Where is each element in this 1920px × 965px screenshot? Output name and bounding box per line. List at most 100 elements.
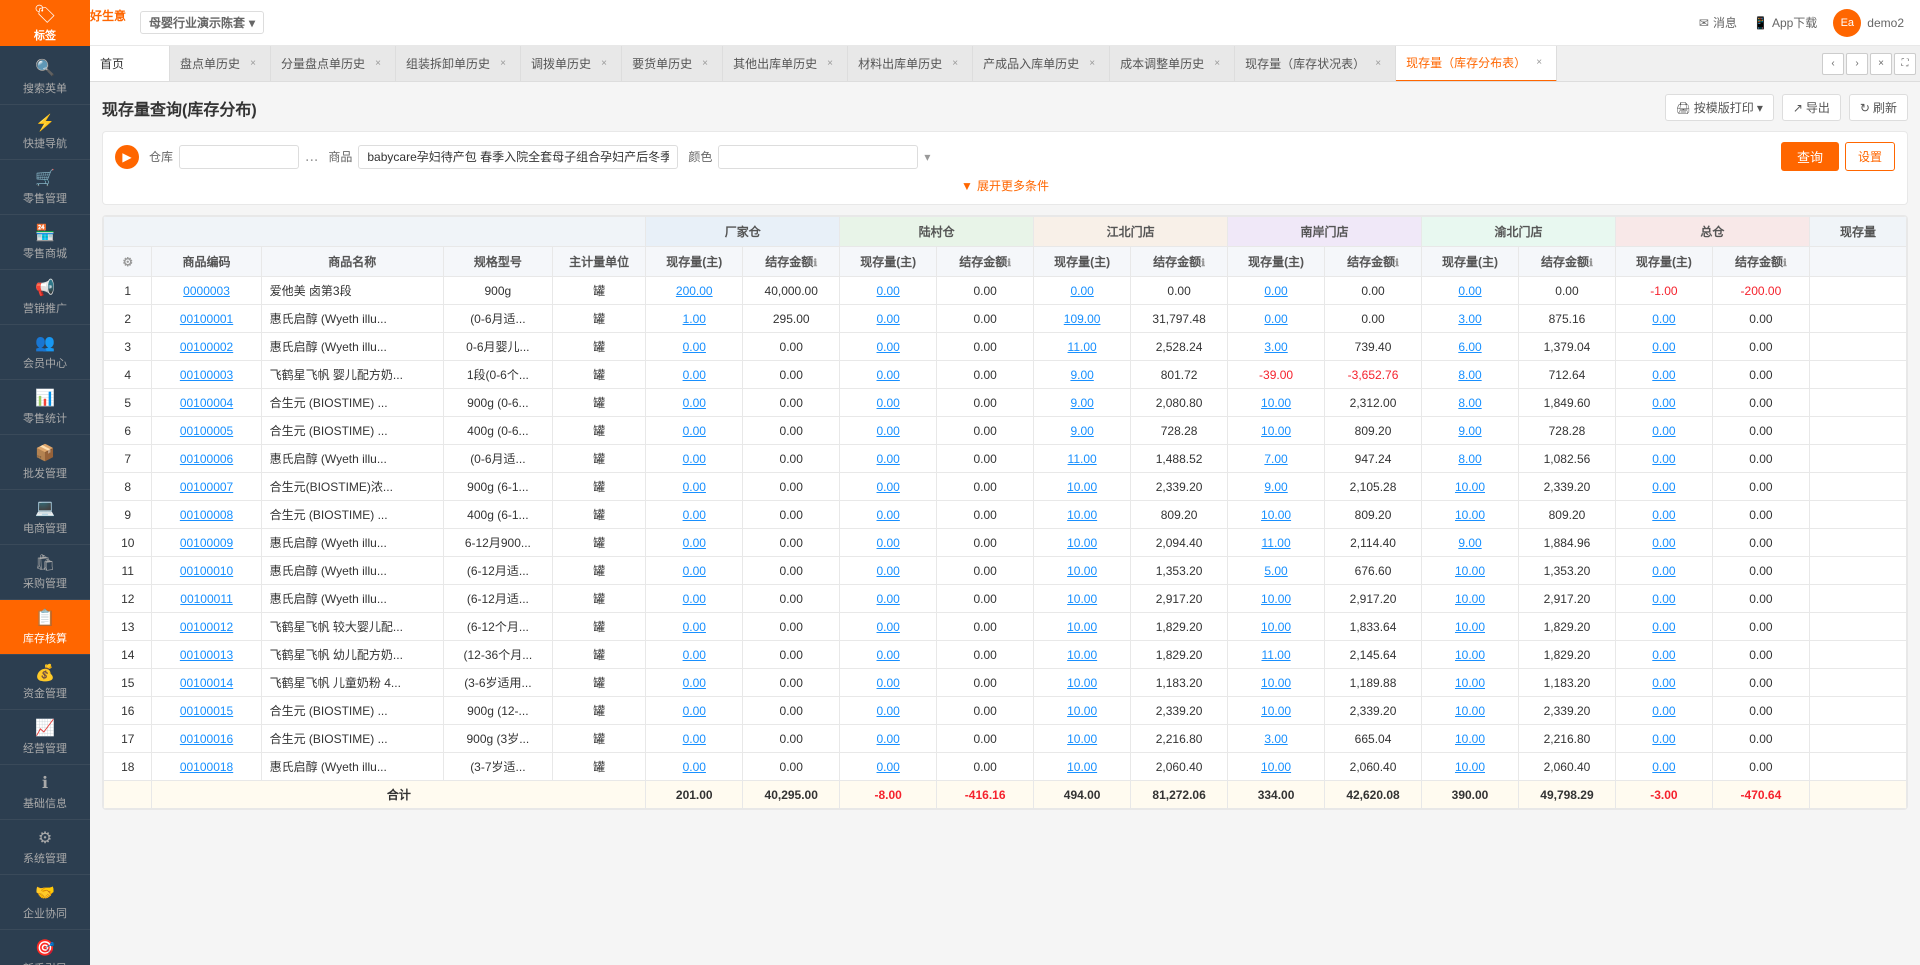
tab-close-1[interactable]: × (246, 57, 260, 71)
cell-na-amt: 0.00 (1325, 305, 1422, 333)
tab-close-5[interactable]: × (698, 57, 712, 71)
tab-1[interactable]: 盘点单历史× (170, 46, 271, 82)
th-jiangbei-store: 江北门店 (1034, 217, 1228, 247)
cell-unit: 罐 (552, 445, 645, 473)
page-header: 现存量查询(库存分布) 🖨 按模版打印 ▾ ↗ 导出 ↻ 刷新 (102, 94, 1908, 121)
cell-zc-qty: 0.00 (1615, 501, 1712, 529)
cell-code: 0000003 (152, 277, 261, 305)
cell-fj-amt: 0.00 (743, 669, 840, 697)
tab-close-10[interactable]: × (1371, 57, 1385, 71)
cell-na-amt: 2,145.64 (1325, 641, 1422, 669)
sidebar-item-11[interactable]: 💰资金管理 (0, 655, 90, 710)
cell-na-qty: 9.00 (1228, 473, 1325, 501)
sidebar-item-1[interactable]: ⚡快捷导航 (0, 105, 90, 160)
sidebar-item-7[interactable]: 📦批发管理 (0, 435, 90, 490)
tab-next-btn[interactable]: › (1846, 53, 1868, 75)
th-factory-warehouse: 厂家仓 (646, 217, 840, 247)
cell-jb-amt: 1,829.20 (1131, 641, 1228, 669)
warehouse-picker-btn[interactable]: ... (305, 148, 318, 166)
sidebar-item-10[interactable]: 📋库存核算 (0, 600, 90, 655)
sidebar-item-13[interactable]: ℹ基础信息 (0, 765, 90, 820)
cell-na-qty: 10.00 (1228, 501, 1325, 529)
tab-6[interactable]: 其他出库单历史× (723, 46, 848, 82)
cell-code: 00100011 (152, 585, 261, 613)
cell-jb-qty: 10.00 (1034, 669, 1131, 697)
tab-2[interactable]: 分量盘点单历史× (271, 46, 396, 82)
cell-fj-qty: 1.00 (646, 305, 743, 333)
message-btn[interactable]: ✉ 消息 (1699, 14, 1737, 31)
cell-fj-amt: 0.00 (743, 361, 840, 389)
tab-10[interactable]: 现存量（库存状况表）× (1235, 46, 1396, 82)
th-yubei-store: 渝北门店 (1422, 217, 1616, 247)
sidebar-item-9[interactable]: 🛍采购管理 (0, 545, 90, 600)
tab-3[interactable]: 组装拆卸单历史× (396, 46, 521, 82)
cell-fj-qty: 0.00 (646, 473, 743, 501)
tab-8[interactable]: 产成品入库单历史× (973, 46, 1110, 82)
cell-spec: 900g (3岁... (443, 725, 552, 753)
sidebar-item-14[interactable]: ⚙系统管理 (0, 820, 90, 875)
expand-conditions-btn[interactable]: ▼ 展开更多条件 (115, 177, 1895, 194)
sidebar-item-5[interactable]: 👥会员中心 (0, 325, 90, 380)
sidebar-item-0[interactable]: 🔍搜索英单 (0, 50, 90, 105)
th-yb-amt: 结存金额ℹ (1518, 247, 1615, 277)
tab-prev-btn[interactable]: ‹ (1822, 53, 1844, 75)
cell-zc-amt: 0.00 (1712, 697, 1809, 725)
th-na-amt: 结存金额ℹ (1325, 247, 1422, 277)
tab-close-9[interactable]: × (1210, 57, 1224, 71)
tab-close-11[interactable]: × (1532, 56, 1546, 70)
tab-close-3[interactable]: × (496, 57, 510, 71)
setting-button[interactable]: 设置 (1845, 142, 1895, 171)
industry-selector[interactable]: 母婴行业演示陈套 ▾ (140, 11, 264, 34)
tab-0[interactable]: 首页 (90, 46, 170, 82)
cell-jb-qty: 10.00 (1034, 557, 1131, 585)
sidebar-item-12[interactable]: 📈经营管理 (0, 710, 90, 765)
table-row: 3 00100002 惠氏启醇 (Wyeth illu... 0-6月婴儿...… (104, 333, 1907, 361)
cell-jb-qty: 109.00 (1034, 305, 1131, 333)
sidebar-item-3[interactable]: 🏪零售商城 (0, 215, 90, 270)
tab-close-6[interactable]: × (823, 57, 837, 71)
app-download-btn[interactable]: 📱 App下载 (1753, 14, 1817, 31)
cell-yb-qty: 10.00 (1422, 725, 1519, 753)
sidebar-item-4[interactable]: 📢营销推广 (0, 270, 90, 325)
warehouse-input[interactable] (179, 145, 299, 169)
cell-seq: 15 (104, 669, 152, 697)
tab-4[interactable]: 调拨单历史× (521, 46, 622, 82)
tab-11[interactable]: 现存量（库存分布表）× (1396, 46, 1557, 82)
cell-zc-qty: 0.00 (1615, 613, 1712, 641)
sidebar-item-6[interactable]: 📊零售统计 (0, 380, 90, 435)
tab-7[interactable]: 材料出库单历史× (848, 46, 973, 82)
sidebar-item-8[interactable]: 💻电商管理 (0, 490, 90, 545)
sidebar-item-15[interactable]: 🤝企业协同 (0, 875, 90, 930)
tab-close-8[interactable]: × (1085, 57, 1099, 71)
cell-fj-amt: 0.00 (743, 501, 840, 529)
column-settings-icon[interactable]: ⚙ (122, 255, 133, 269)
expand-search-btn[interactable]: ▶ (115, 145, 139, 169)
sidebar-item-2[interactable]: 🛒零售管理 (0, 160, 90, 215)
cell-seq: 8 (104, 473, 152, 501)
tab-5[interactable]: 要货单历史× (622, 46, 723, 82)
tab-close-4[interactable]: × (597, 57, 611, 71)
product-label: 商品 (328, 148, 352, 165)
print-button[interactable]: 🖨 按模版打印 ▾ (1665, 94, 1774, 121)
cell-yb-qty: 0.00 (1422, 277, 1519, 305)
tab-close-2[interactable]: × (371, 57, 385, 71)
cell-spec: (0-6月适... (443, 445, 552, 473)
product-input[interactable] (358, 145, 678, 169)
cell-jb-amt: 2,094.40 (1131, 529, 1228, 557)
inventory-table: 厂家仓 陆村仓 江北门店 南岸门店 渝北门店 总仓 现存量 ⚙ 商品编码 商品名… (103, 216, 1907, 809)
color-input[interactable] (718, 145, 918, 169)
tab-9[interactable]: 成本调整单历史× (1110, 46, 1235, 82)
cell-lc-amt: 0.00 (937, 305, 1034, 333)
cell-unit: 罐 (552, 753, 645, 781)
tab-close-all-btn[interactable]: × (1870, 53, 1892, 75)
export-button[interactable]: ↗ 导出 (1782, 94, 1841, 121)
sidebar-item-16[interactable]: 🎯新手引导 (0, 930, 90, 965)
product-field: 商品 (328, 145, 678, 169)
refresh-button[interactable]: ↻ 刷新 (1849, 94, 1908, 121)
tab-expand-btn[interactable]: ⛶ (1894, 53, 1916, 75)
cell-jb-qty: 9.00 (1034, 389, 1131, 417)
cell-fj-qty: 0.00 (646, 753, 743, 781)
query-button[interactable]: 查询 (1781, 142, 1839, 171)
user-profile[interactable]: Ea demo2 (1833, 9, 1904, 37)
tab-close-7[interactable]: × (948, 57, 962, 71)
